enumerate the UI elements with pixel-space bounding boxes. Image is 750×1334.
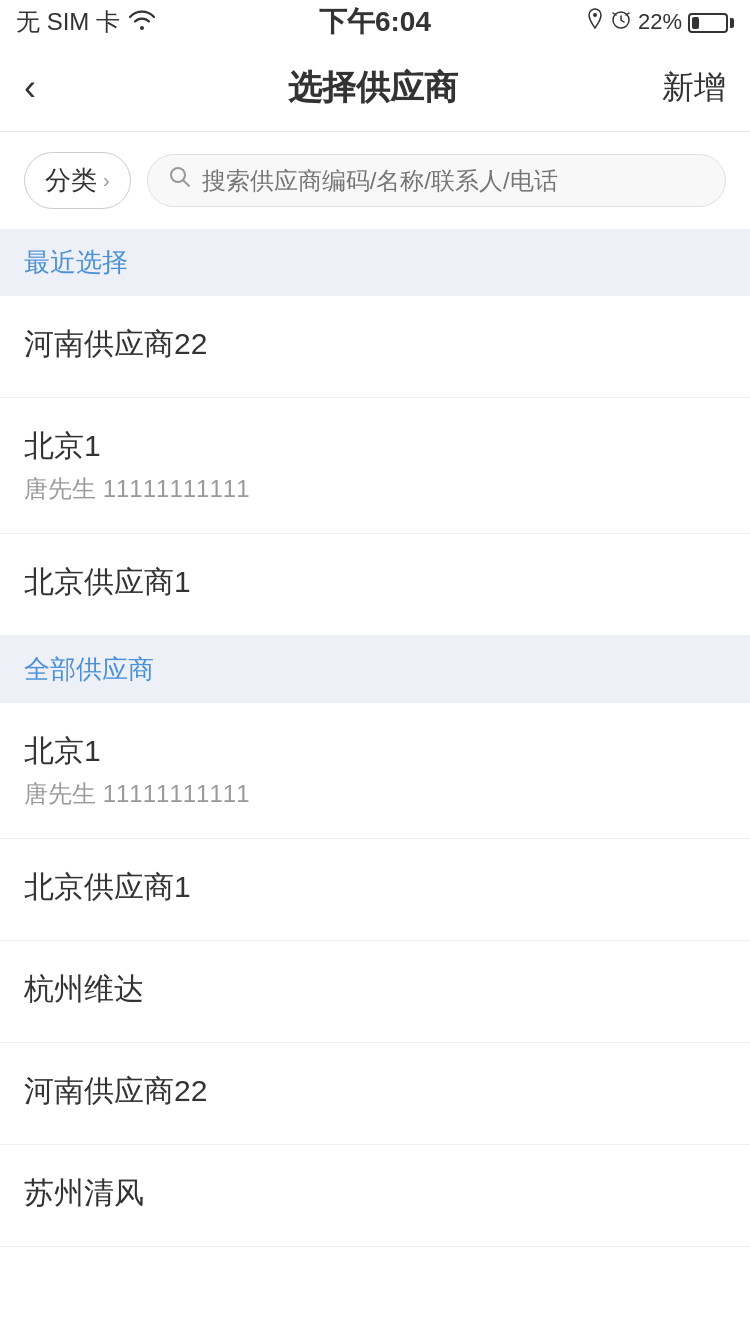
- status-time: 下午6:04: [319, 3, 431, 41]
- list-item[interactable]: 北京供应商1: [0, 839, 750, 941]
- recent-section-header: 最近选择: [0, 229, 750, 296]
- filter-bar: 分类 ›: [0, 132, 750, 229]
- search-box: [147, 154, 726, 207]
- status-bar: 无 SIM 卡 下午6:04 22%: [0, 0, 750, 44]
- no-sim-text: 无 SIM 卡: [16, 6, 120, 38]
- battery-icon: [688, 9, 734, 35]
- add-button[interactable]: 新增: [662, 66, 726, 110]
- alarm-icon: [610, 8, 632, 36]
- item-name: 苏州清风: [24, 1173, 726, 1214]
- item-name: 杭州维达: [24, 969, 726, 1010]
- item-name: 北京供应商1: [24, 562, 726, 603]
- chevron-right-icon: ›: [103, 169, 110, 192]
- list-item[interactable]: 北京1 唐先生 11111111111: [0, 703, 750, 839]
- item-name: 北京1: [24, 426, 726, 467]
- wifi-icon: [128, 8, 156, 36]
- list-item[interactable]: 杭州维达: [0, 941, 750, 1043]
- location-icon: [586, 8, 604, 36]
- search-input[interactable]: [202, 167, 705, 195]
- back-button[interactable]: ‹: [24, 67, 84, 109]
- item-name: 河南供应商22: [24, 324, 726, 365]
- status-right: 22%: [586, 8, 734, 36]
- list-item[interactable]: 河南供应商22: [0, 1043, 750, 1145]
- list-item[interactable]: 苏州清风: [0, 1145, 750, 1247]
- item-name: 河南供应商22: [24, 1071, 726, 1112]
- status-left: 无 SIM 卡: [16, 6, 156, 38]
- item-sub: 唐先生 11111111111: [24, 473, 726, 505]
- all-section-header: 全部供应商: [0, 636, 750, 703]
- list-item[interactable]: 北京1 唐先生 11111111111: [0, 398, 750, 534]
- list-item[interactable]: 河南供应商22: [0, 296, 750, 398]
- item-name: 北京1: [24, 731, 726, 772]
- page-title: 选择供应商: [288, 65, 458, 111]
- search-icon: [168, 165, 192, 196]
- battery-percent: 22%: [638, 9, 682, 35]
- nav-bar: ‹ 选择供应商 新增: [0, 44, 750, 132]
- item-sub: 唐先生 11111111111: [24, 778, 726, 810]
- svg-point-0: [593, 13, 597, 17]
- category-label: 分类: [45, 163, 97, 198]
- category-button[interactable]: 分类 ›: [24, 152, 131, 209]
- recent-list: 河南供应商22 北京1 唐先生 11111111111 北京供应商1: [0, 296, 750, 636]
- item-name: 北京供应商1: [24, 867, 726, 908]
- list-item[interactable]: 北京供应商1: [0, 534, 750, 636]
- all-list: 北京1 唐先生 11111111111 北京供应商1 杭州维达河南供应商22 苏州清风: [0, 703, 750, 1247]
